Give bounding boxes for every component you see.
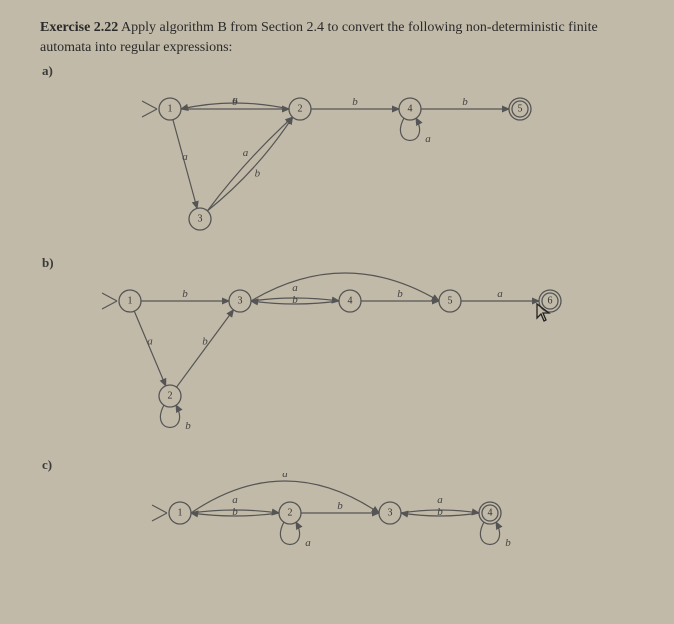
part-a-label: a) — [42, 63, 634, 79]
svg-text:4: 4 — [408, 104, 413, 115]
diagram-b: babbabbba123456 — [40, 271, 634, 451]
svg-text:b: b — [292, 294, 298, 306]
svg-text:a: a — [425, 133, 431, 145]
svg-text:a: a — [232, 94, 238, 106]
svg-text:5: 5 — [448, 296, 453, 307]
svg-text:a: a — [497, 288, 503, 300]
part-b-label: b) — [42, 255, 634, 271]
part-c-label: c) — [42, 457, 634, 473]
svg-text:b: b — [255, 168, 261, 180]
svg-text:3: 3 — [238, 296, 243, 307]
nfa-a-svg: baaabbba12345 — [40, 79, 600, 249]
svg-text:2: 2 — [298, 104, 303, 115]
svg-text:b: b — [185, 420, 191, 432]
svg-text:a: a — [305, 537, 311, 549]
svg-text:a: a — [182, 151, 188, 163]
svg-text:b: b — [342, 271, 348, 272]
svg-text:b: b — [337, 500, 343, 512]
svg-text:a: a — [282, 473, 288, 480]
exercise-text: Apply algorithm B from Section 2.4 to co… — [40, 20, 598, 55]
svg-text:1: 1 — [128, 296, 133, 307]
nfa-c-svg: abababab1234 — [40, 473, 600, 583]
svg-text:2: 2 — [288, 508, 293, 519]
svg-text:b: b — [437, 506, 443, 518]
svg-text:3: 3 — [388, 508, 393, 519]
svg-text:b: b — [462, 96, 468, 108]
exercise-header: Exercise 2.22 Apply algorithm B from Sec… — [40, 18, 634, 57]
svg-text:1: 1 — [178, 508, 183, 519]
svg-text:b: b — [182, 288, 188, 300]
svg-text:b: b — [232, 506, 238, 518]
svg-text:a: a — [437, 494, 443, 506]
svg-text:6: 6 — [548, 296, 553, 307]
svg-text:4: 4 — [488, 508, 493, 519]
svg-text:b: b — [397, 288, 403, 300]
svg-text:a: a — [232, 494, 238, 506]
svg-text:b: b — [352, 96, 358, 108]
nfa-b-svg: babbabbba123456 — [40, 271, 600, 451]
diagram-a: baaabbba12345 — [40, 79, 634, 249]
exercise-label: Exercise 2.22 — [40, 20, 118, 35]
svg-text:4: 4 — [348, 296, 353, 307]
svg-text:b: b — [202, 336, 208, 348]
svg-text:b: b — [505, 537, 511, 549]
svg-text:5: 5 — [518, 104, 523, 115]
svg-text:a: a — [292, 282, 298, 294]
svg-text:3: 3 — [198, 214, 203, 225]
svg-text:a: a — [147, 336, 153, 348]
diagram-c: abababab1234 — [40, 473, 634, 583]
svg-text:1: 1 — [168, 104, 173, 115]
svg-text:2: 2 — [168, 391, 173, 402]
document-page: Exercise 2.22 Apply algorithm B from Sec… — [0, 0, 674, 624]
svg-text:a: a — [243, 147, 249, 159]
